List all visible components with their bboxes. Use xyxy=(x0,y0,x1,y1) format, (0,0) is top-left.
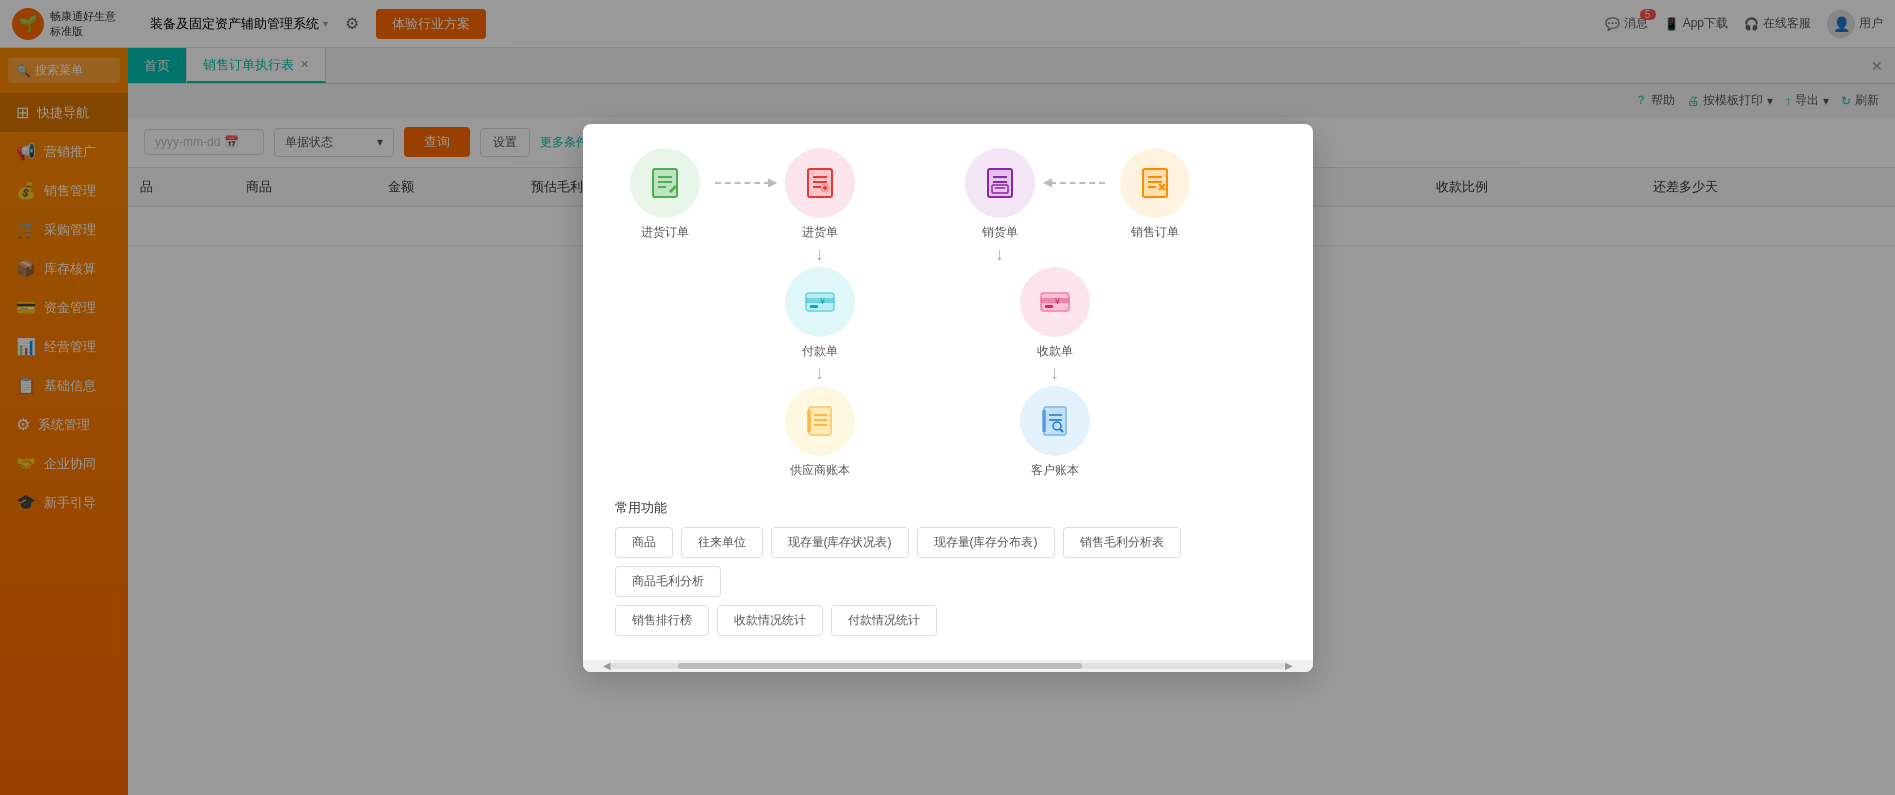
svg-rect-33 xyxy=(807,410,811,432)
purchase-order-icon xyxy=(630,148,700,218)
scrollbar-track[interactable] xyxy=(611,663,1285,669)
cf-btn-stock-dist[interactable]: 现存量(库存分布表) xyxy=(917,527,1055,558)
customer-ledger-label: 客户账本 xyxy=(1031,462,1079,479)
supplier-ledger-icon xyxy=(785,386,855,456)
svg-rect-38 xyxy=(1042,410,1046,432)
flow-node-supplier-ledger[interactable]: 供应商账本 xyxy=(770,386,870,479)
payment-label: 付款单 xyxy=(802,343,838,360)
sales-bill-icon xyxy=(965,148,1035,218)
sales-order-icon xyxy=(1120,148,1190,218)
cf-btn-sales-margin[interactable]: 销售毛利分析表 xyxy=(1063,527,1181,558)
svg-rect-30 xyxy=(1045,305,1053,308)
common-functions-grid-2: 销售排行榜 收款情况统计 付款情况统计 xyxy=(615,605,1281,636)
modal-scrollbar: ◀ ▶ xyxy=(583,660,1313,672)
flow-node-purchase-bill[interactable]: 进货单 xyxy=(770,148,870,241)
flow-node-customer-ledger[interactable]: 客户账本 xyxy=(1005,386,1105,479)
cf-btn-product[interactable]: 商品 xyxy=(615,527,673,558)
svg-text:¥: ¥ xyxy=(1054,296,1061,306)
purchase-bill-label: 进货单 xyxy=(802,224,838,241)
cf-btn-payment-stats[interactable]: 付款情况统计 xyxy=(831,605,937,636)
supplier-ledger-label: 供应商账本 xyxy=(790,462,850,479)
cf-btn-stock-status[interactable]: 现存量(库存状况表) xyxy=(771,527,909,558)
scrollbar-left-arrow[interactable]: ◀ xyxy=(603,660,611,671)
purchase-order-label: 进货订单 xyxy=(641,224,689,241)
payment-icon: ¥ xyxy=(785,267,855,337)
sales-order-label: 销售订单 xyxy=(1131,224,1179,241)
common-functions-title: 常用功能 xyxy=(615,499,1281,517)
scrollbar-right-arrow[interactable]: ▶ xyxy=(1285,660,1293,671)
common-functions-grid: 商品 往来单位 现存量(库存状况表) 现存量(库存分布表) 销售毛利分析表 商品… xyxy=(615,527,1281,597)
flow-modal: 进货订单 ▶ xyxy=(583,124,1313,672)
receipt-label: 收款单 xyxy=(1037,343,1073,360)
cf-btn-receipt-stats[interactable]: 收款情况统计 xyxy=(717,605,823,636)
svg-rect-32 xyxy=(809,407,831,435)
flow-node-sales-bill[interactable]: 销货单 xyxy=(950,148,1050,241)
flow-node-payment[interactable]: ¥ 付款单 xyxy=(770,267,870,360)
flow-node-receipt[interactable]: ¥ 收款单 xyxy=(1005,267,1105,360)
receipt-icon: ¥ xyxy=(1020,267,1090,337)
scrollbar-thumb[interactable] xyxy=(678,663,1082,669)
cf-btn-counterparty[interactable]: 往来单位 xyxy=(681,527,763,558)
flow-node-sales-order[interactable]: 销售订单 xyxy=(1105,148,1205,241)
cf-btn-sales-ranking[interactable]: 销售排行榜 xyxy=(615,605,709,636)
customer-ledger-icon xyxy=(1020,386,1090,456)
flow-node-purchase-order[interactable]: 进货订单 xyxy=(615,148,715,241)
svg-rect-26 xyxy=(810,305,818,308)
modal-overlay: 进货订单 ▶ xyxy=(0,0,1895,795)
purchase-bill-icon xyxy=(785,148,855,218)
common-functions: 常用功能 商品 往来单位 现存量(库存状况表) 现存量(库存分布表) 销售毛利分… xyxy=(615,499,1281,636)
svg-text:¥: ¥ xyxy=(819,296,826,306)
cf-btn-product-margin[interactable]: 商品毛利分析 xyxy=(615,566,721,597)
modal-content: 进货订单 ▶ xyxy=(583,124,1313,660)
sales-bill-label: 销货单 xyxy=(982,224,1018,241)
